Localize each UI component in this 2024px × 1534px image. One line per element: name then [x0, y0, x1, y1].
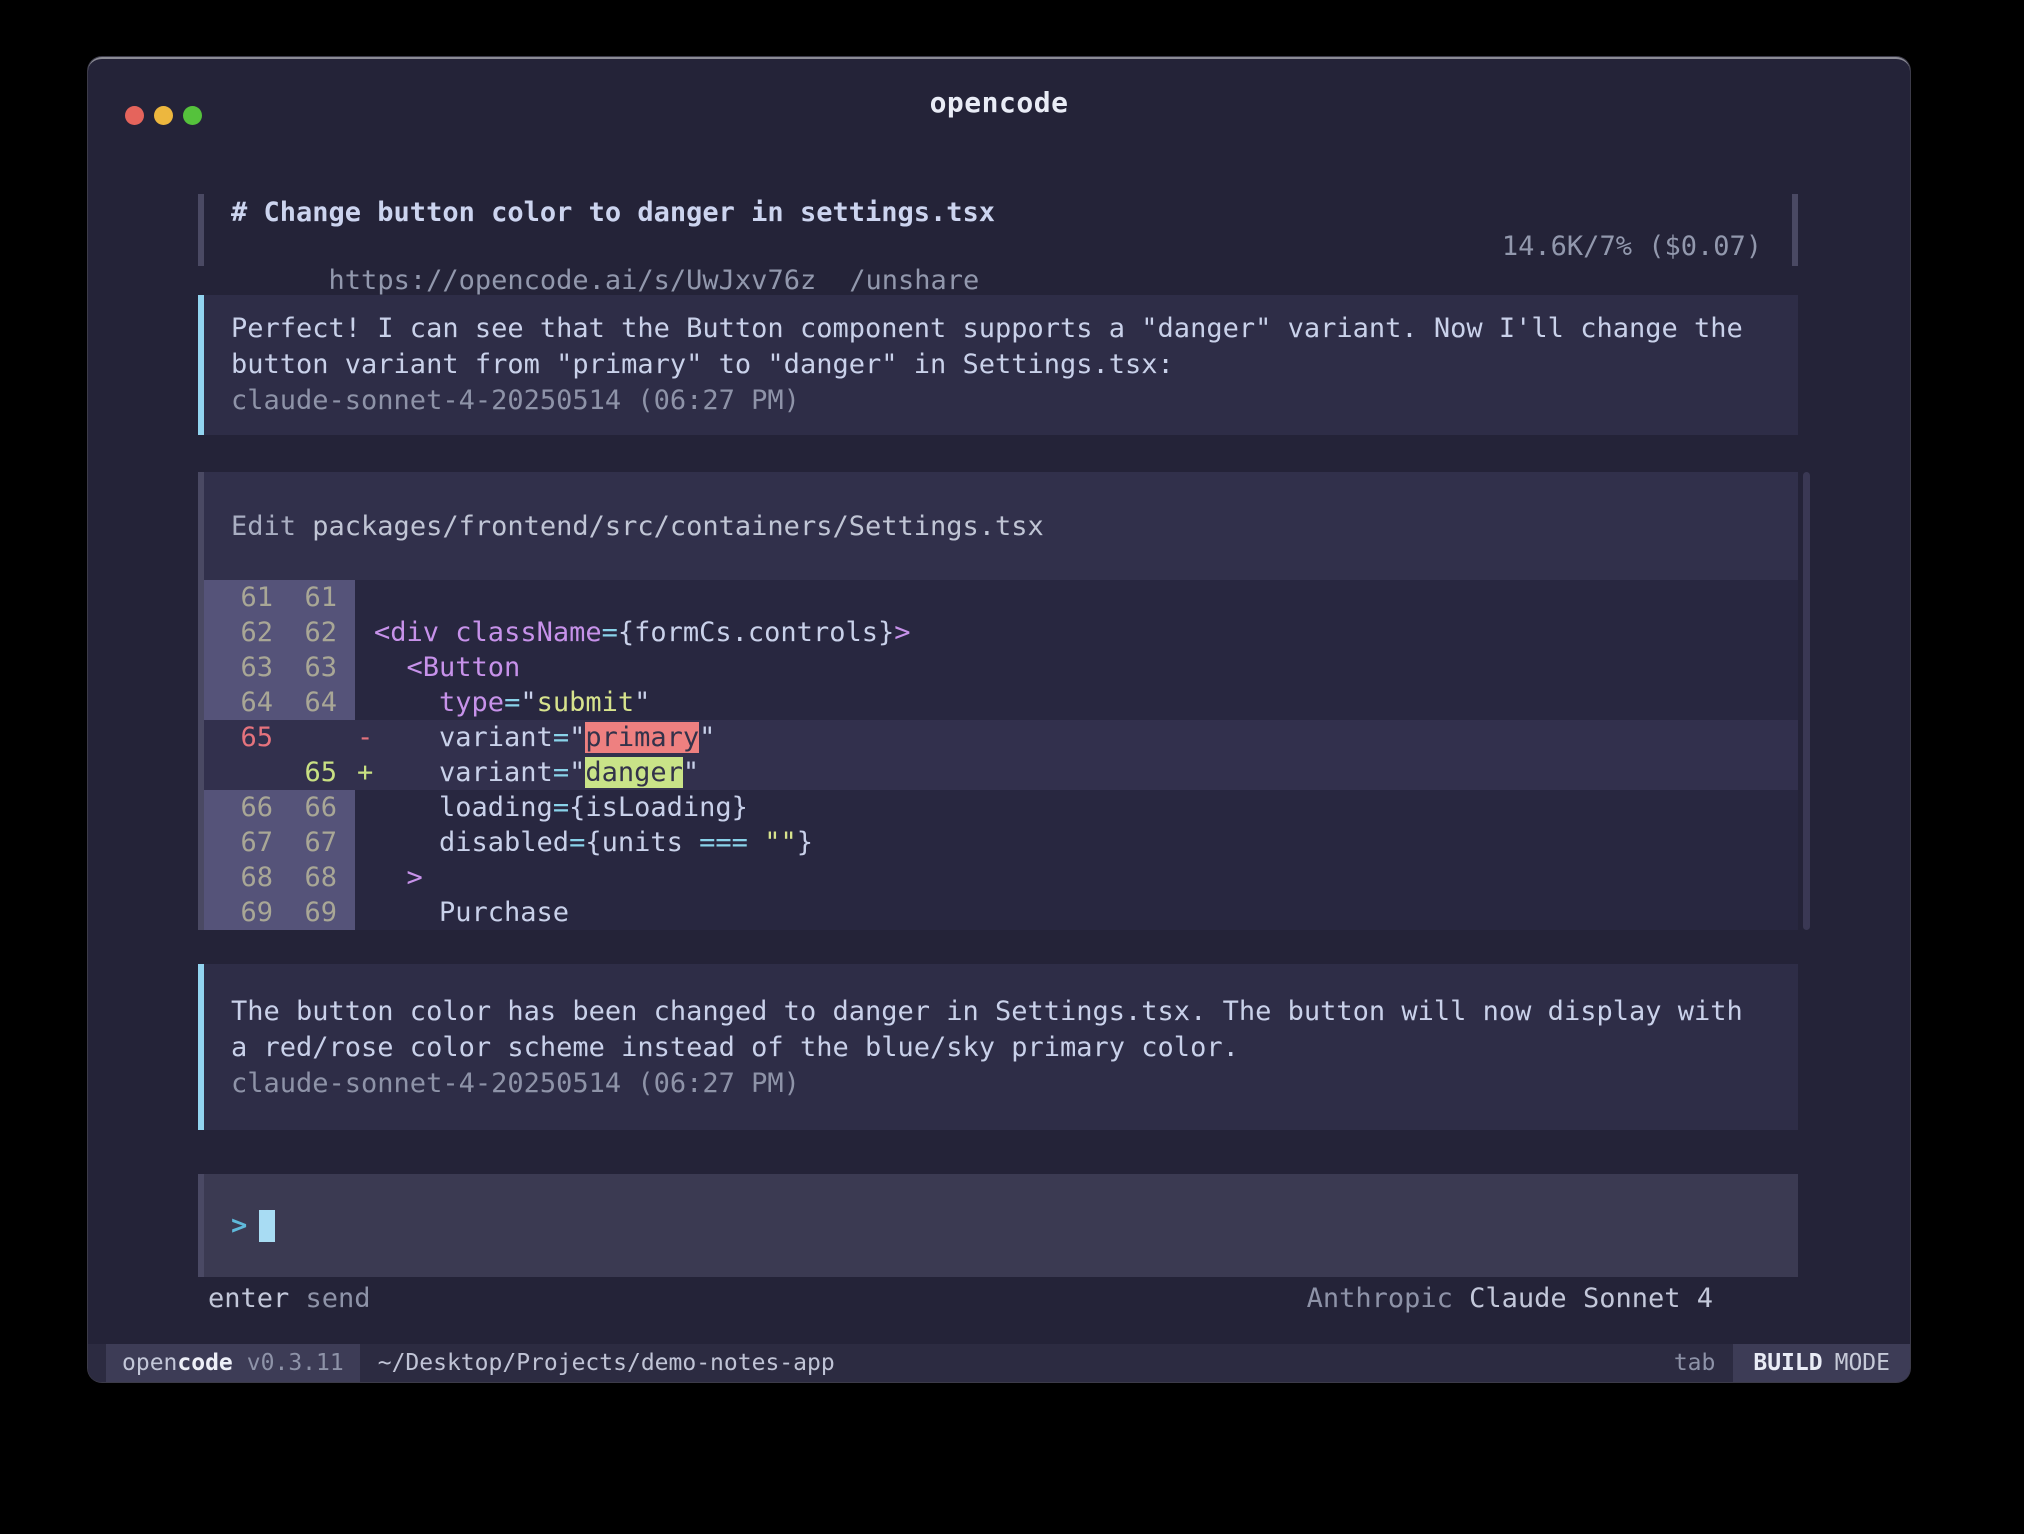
new-line-number: 69: [273, 895, 337, 930]
new-line-number: 68: [273, 860, 337, 895]
old-line-number: 65: [204, 720, 273, 755]
app-name: open: [122, 1350, 177, 1376]
message-line: The button color has been changed to dan…: [231, 994, 1798, 1030]
diff-row: 65 + variant="danger": [204, 755, 1798, 790]
new-line-number: 63: [273, 650, 337, 685]
diff-gutter: 6161: [204, 580, 355, 615]
diff-code-line: type="submit": [374, 685, 650, 720]
app-version-chip: opencodev0.3.11: [106, 1344, 360, 1382]
diff-gutter: 6262: [204, 615, 355, 650]
diff-row: 6161: [204, 580, 1798, 615]
edit-tool-block: Edit packages/frontend/src/containers/Se…: [198, 472, 1798, 930]
diff-marker: [355, 650, 374, 685]
new-line-number: 64: [273, 685, 337, 720]
mode-toggle-chip[interactable]: BUILDMODE: [1733, 1344, 1910, 1382]
diff-row: 6868 >: [204, 860, 1798, 895]
diff-marker: [355, 790, 374, 825]
old-line-number: 68: [204, 860, 273, 895]
new-line-number: 62: [273, 615, 337, 650]
old-line-number: 67: [204, 825, 273, 860]
new-line-number: 66: [273, 790, 337, 825]
diff-row: 6666 loading={isLoading}: [204, 790, 1798, 825]
send-hint: enter send: [208, 1281, 371, 1317]
edit-tool-header: Edit packages/frontend/src/containers/Se…: [204, 472, 1798, 580]
message-meta: claude-sonnet-4-20250514 (06:27 PM): [231, 383, 1798, 419]
session-title: # Change button color to danger in setti…: [231, 196, 1792, 230]
diff-row: 6262 <div className={formCs.controls}>: [204, 615, 1798, 650]
unshare-command[interactable]: /unshare: [849, 265, 979, 296]
prompt-symbol: >: [231, 1210, 247, 1241]
message-line: button variant from "primary" to "danger…: [231, 347, 1798, 383]
diff-row: 6969 Purchase: [204, 895, 1798, 930]
hint-row: enter send Anthropic Claude Sonnet 4: [198, 1281, 1798, 1317]
session-header: # Change button color to danger in setti…: [198, 194, 1798, 266]
edit-file-path: packages/frontend/src/containers/Setting…: [312, 511, 1044, 542]
assistant-message: The button color has been changed to dan…: [198, 964, 1798, 1130]
old-line-number: 69: [204, 895, 273, 930]
diff-gutter: 6464: [204, 685, 355, 720]
edit-tool-verb: Edit: [231, 511, 312, 542]
tab-hint: tab: [1674, 1350, 1716, 1376]
diff-marker: [355, 860, 374, 895]
new-line-number: 61: [273, 580, 337, 615]
close-button[interactable]: [125, 106, 144, 125]
context-stats: 14.6K/7% ($0.07): [1502, 230, 1762, 264]
diff-scrollbar[interactable]: [1803, 472, 1810, 930]
text-cursor: [259, 1210, 275, 1242]
diff-gutter: 6969: [204, 895, 355, 930]
diff-rows: 61616262 <div className={formCs.controls}…: [204, 580, 1798, 930]
diff-marker: +: [355, 755, 374, 790]
new-line-number: [273, 720, 337, 755]
model-indicator: Anthropic Claude Sonnet 4: [1307, 1281, 1713, 1317]
message-line: Perfect! I can see that the Button compo…: [231, 311, 1798, 347]
diff-gutter: 65: [204, 720, 355, 755]
zoom-button[interactable]: [183, 106, 202, 125]
share-url-link[interactable]: https://opencode.ai/s/UwJxv76z: [329, 265, 817, 296]
diff-code-line: >: [374, 860, 423, 895]
diff-marker: [355, 580, 374, 615]
diff-row: 65 - variant="primary": [204, 720, 1798, 755]
old-line-number: 64: [204, 685, 273, 720]
diff-marker: -: [355, 720, 374, 755]
message-meta: claude-sonnet-4-20250514 (06:27 PM): [231, 1066, 1798, 1102]
diff-gutter: 6868: [204, 860, 355, 895]
diff-code-line: <div className={formCs.controls}>: [374, 615, 910, 650]
old-line-number: 62: [204, 615, 273, 650]
opencode-window: opencode # Change button color to danger…: [88, 57, 1910, 1382]
diff-row: 6767 disabled={units === ""}: [204, 825, 1798, 860]
old-line-number: [204, 755, 273, 790]
app-version: v0.3.11: [247, 1350, 344, 1376]
diff-gutter: 6767: [204, 825, 355, 860]
old-line-number: 66: [204, 790, 273, 825]
message-line: a red/rose color scheme instead of the b…: [231, 1030, 1798, 1066]
diff-marker: [355, 825, 374, 860]
diff-gutter: 6363: [204, 650, 355, 685]
new-line-number: 67: [273, 825, 337, 860]
chat-input[interactable]: >: [198, 1174, 1798, 1277]
working-directory: ~/Desktop/Projects/demo-notes-app: [378, 1350, 835, 1376]
diff-gutter: 6666: [204, 790, 355, 825]
diff-code-line: variant="primary": [374, 720, 715, 755]
diff-marker: [355, 685, 374, 720]
diff-code-line: variant="danger": [374, 755, 699, 790]
diff-code-line: loading={isLoading}: [374, 790, 748, 825]
new-line-number: 65: [273, 755, 337, 790]
diff-code-line: Purchase: [374, 895, 569, 930]
minimize-button[interactable]: [154, 106, 173, 125]
old-line-number: 61: [204, 580, 273, 615]
status-bar: opencodev0.3.11 ~/Desktop/Projects/demo-…: [88, 1344, 1910, 1382]
diff-gutter: 65: [204, 755, 355, 790]
assistant-message: Perfect! I can see that the Button compo…: [198, 295, 1798, 435]
diff-code-line: disabled={units === ""}: [374, 825, 813, 860]
diff-row: 6464 type="submit": [204, 685, 1798, 720]
diff-marker: [355, 615, 374, 650]
diff-row: 6363 <Button: [204, 650, 1798, 685]
diff-marker: [355, 895, 374, 930]
old-line-number: 63: [204, 650, 273, 685]
titlebar: opencode: [88, 59, 1910, 145]
window-title: opencode: [930, 86, 1069, 119]
diff-code-line: <Button: [374, 650, 520, 685]
traffic-lights: [125, 106, 202, 125]
